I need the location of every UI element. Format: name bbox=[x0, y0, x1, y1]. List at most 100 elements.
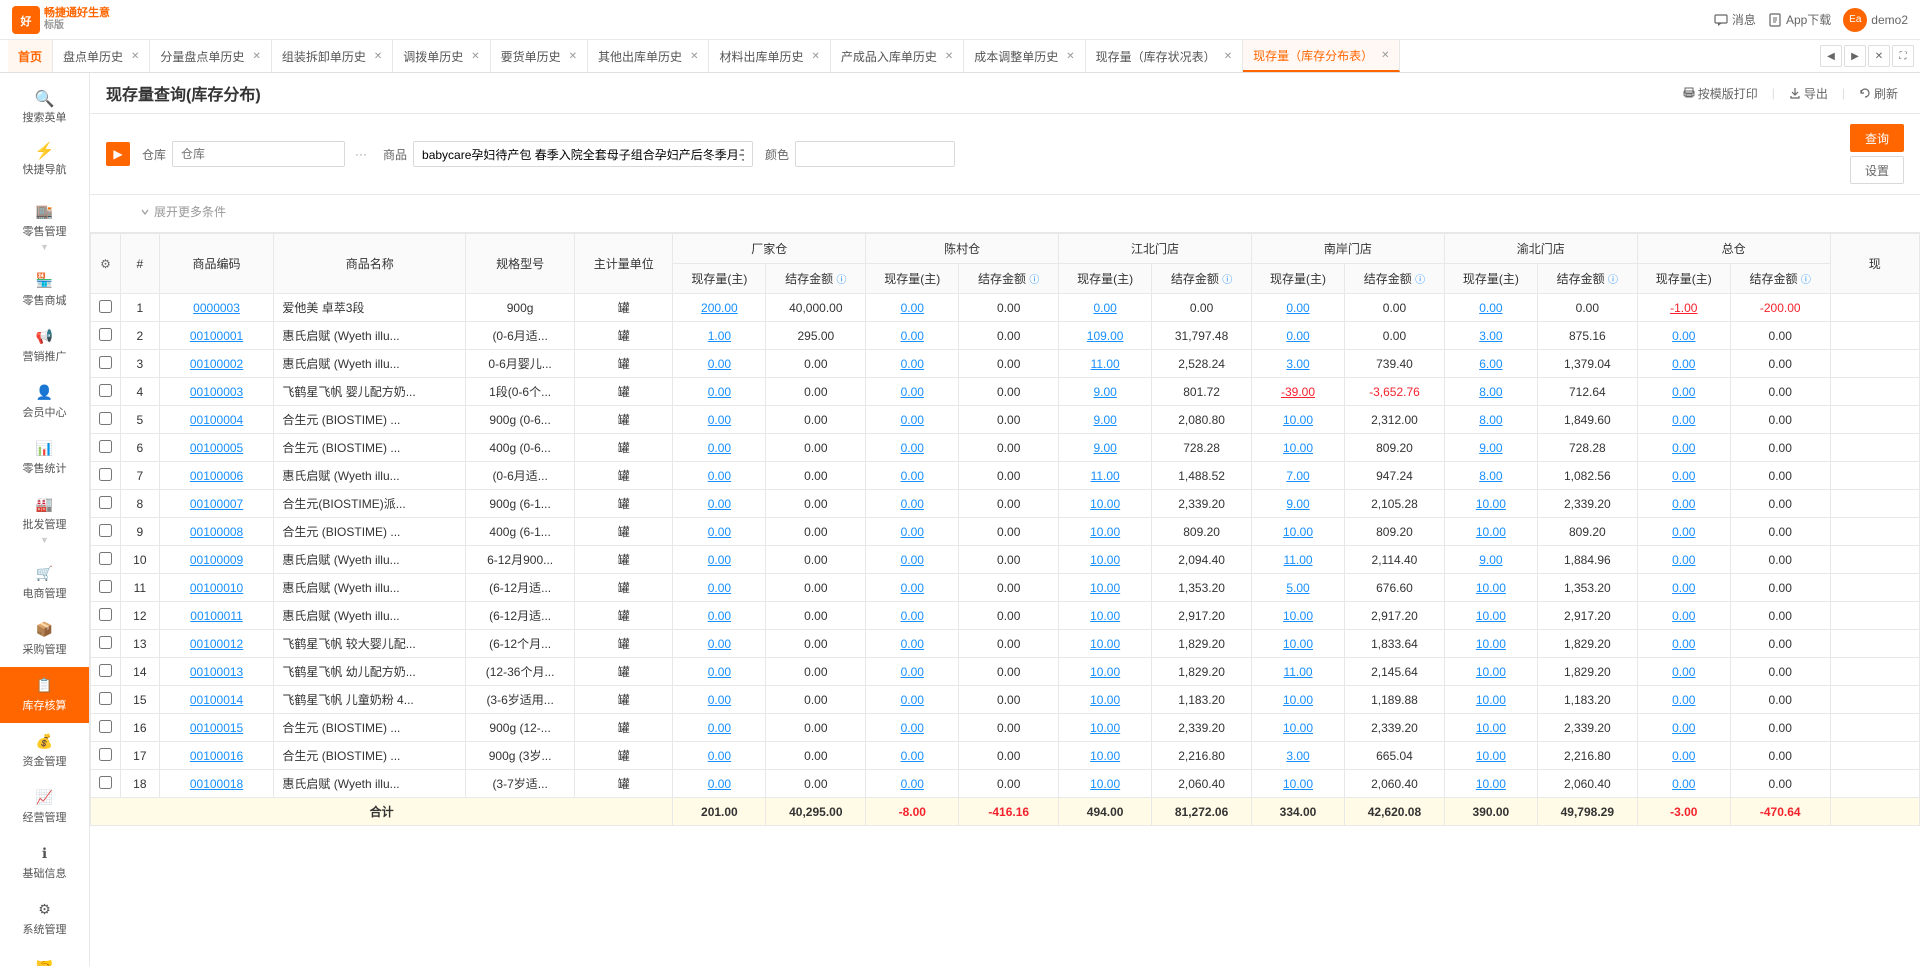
yb-stock-link[interactable]: 10.00 bbox=[1476, 721, 1506, 735]
yb-stock-link[interactable]: 10.00 bbox=[1476, 777, 1506, 791]
row-checkbox[interactable] bbox=[99, 692, 112, 705]
f-stock-link[interactable]: 0.00 bbox=[708, 413, 731, 427]
yb-stock-link[interactable]: 10.00 bbox=[1476, 665, 1506, 679]
t-stock-link[interactable]: 0.00 bbox=[1672, 609, 1695, 623]
tab-close-icon[interactable]: ✕ bbox=[471, 51, 479, 62]
f-stock-link[interactable]: 0.00 bbox=[708, 609, 731, 623]
row-checkbox[interactable] bbox=[99, 524, 112, 537]
jb-stock-link[interactable]: 9.00 bbox=[1093, 413, 1116, 427]
code-link[interactable]: 00100001 bbox=[190, 329, 243, 343]
na-stock-link[interactable]: 7.00 bbox=[1286, 469, 1309, 483]
td-checkbox[interactable] bbox=[91, 322, 121, 350]
code-link[interactable]: 0000003 bbox=[193, 301, 240, 315]
jb-stock-link[interactable]: 9.00 bbox=[1093, 441, 1116, 455]
na-stock-link[interactable]: 10.00 bbox=[1283, 693, 1313, 707]
td-checkbox[interactable] bbox=[91, 602, 121, 630]
f-stock-link[interactable]: 0.00 bbox=[708, 553, 731, 567]
c-stock-link[interactable]: 0.00 bbox=[901, 721, 924, 735]
search-btn[interactable]: 查询 bbox=[1850, 124, 1904, 152]
jb-stock-link[interactable]: 10.00 bbox=[1090, 497, 1120, 511]
sidebar-search[interactable]: 🔍 搜索英单 bbox=[0, 81, 89, 133]
f-stock-link[interactable]: 0.00 bbox=[708, 469, 731, 483]
yb-stock-link[interactable]: 8.00 bbox=[1479, 385, 1502, 399]
yb-stock-link[interactable]: 9.00 bbox=[1479, 441, 1502, 455]
t-stock-link[interactable]: 0.00 bbox=[1672, 441, 1695, 455]
t-stock-link[interactable]: 0.00 bbox=[1672, 777, 1695, 791]
f-stock-link[interactable]: 0.00 bbox=[708, 441, 731, 455]
row-checkbox[interactable] bbox=[99, 748, 112, 761]
c-stock-link[interactable]: 0.00 bbox=[901, 525, 924, 539]
row-checkbox[interactable] bbox=[99, 720, 112, 733]
na-stock-link[interactable]: 10.00 bbox=[1283, 637, 1313, 651]
message-btn[interactable]: 消息 bbox=[1714, 11, 1756, 28]
c-stock-link[interactable]: 0.00 bbox=[901, 329, 924, 343]
jb-stock-link[interactable]: 0.00 bbox=[1093, 301, 1116, 315]
row-checkbox[interactable] bbox=[99, 412, 112, 425]
yb-stock-link[interactable]: 0.00 bbox=[1479, 301, 1502, 315]
f-stock-link[interactable]: 0.00 bbox=[708, 497, 731, 511]
na-stock-link[interactable]: -39.00 bbox=[1281, 385, 1315, 399]
tab-close-icon[interactable]: ✕ bbox=[690, 51, 698, 62]
tab-home[interactable]: 首页 bbox=[8, 40, 53, 72]
c-stock-link[interactable]: 0.00 bbox=[901, 609, 924, 623]
t-stock-link[interactable]: 0.00 bbox=[1672, 581, 1695, 595]
sidebar-item-retail[interactable]: 🏬 零售管理 ▼ bbox=[0, 193, 89, 262]
f-stock-link[interactable]: 0.00 bbox=[708, 525, 731, 539]
yb-stock-link[interactable]: 10.00 bbox=[1476, 693, 1506, 707]
td-checkbox[interactable] bbox=[91, 462, 121, 490]
tab-close-icon[interactable]: ✕ bbox=[252, 51, 260, 62]
row-checkbox[interactable] bbox=[99, 580, 112, 593]
na-stock-link[interactable]: 11.00 bbox=[1283, 553, 1312, 567]
yb-stock-link[interactable]: 8.00 bbox=[1479, 413, 1502, 427]
na-stock-link[interactable]: 10.00 bbox=[1283, 413, 1313, 427]
c-stock-link[interactable]: 0.00 bbox=[901, 441, 924, 455]
code-link[interactable]: 00100002 bbox=[190, 357, 243, 371]
yb-stock-link[interactable]: 8.00 bbox=[1479, 469, 1502, 483]
tab-close-icon[interactable]: ✕ bbox=[811, 51, 819, 62]
print-btn[interactable]: 按模版打印 bbox=[1677, 83, 1764, 104]
tab-transfer[interactable]: 调拨单历史 ✕ bbox=[393, 40, 490, 72]
jb-stock-link[interactable]: 10.00 bbox=[1090, 749, 1120, 763]
c-stock-link[interactable]: 0.00 bbox=[901, 665, 924, 679]
tab-other-out[interactable]: 其他出库单历史 ✕ bbox=[588, 40, 709, 72]
t-stock-link[interactable]: 0.00 bbox=[1672, 357, 1695, 371]
yb-stock-link[interactable]: 10.00 bbox=[1476, 497, 1506, 511]
code-link[interactable]: 00100012 bbox=[190, 637, 243, 651]
t-stock-link[interactable]: 0.00 bbox=[1672, 497, 1695, 511]
jb-stock-link[interactable]: 10.00 bbox=[1090, 777, 1120, 791]
td-checkbox[interactable] bbox=[91, 770, 121, 798]
code-link[interactable]: 00100010 bbox=[190, 581, 243, 595]
row-checkbox[interactable] bbox=[99, 608, 112, 621]
tab-product-in[interactable]: 产成品入库单历史 ✕ bbox=[831, 40, 964, 72]
c-stock-link[interactable]: 0.00 bbox=[901, 749, 924, 763]
f-stock-link[interactable]: 0.00 bbox=[708, 693, 731, 707]
table-wrapper[interactable]: ⚙ # 商品编码 商品名称 规格型号 主计量单位 厂家仓 陈村仓 江北门店 南岸… bbox=[90, 233, 1920, 966]
t-stock-link[interactable]: 0.00 bbox=[1672, 637, 1695, 651]
f-stock-link[interactable]: 0.00 bbox=[708, 581, 731, 595]
f-stock-link[interactable]: 0.00 bbox=[708, 665, 731, 679]
td-checkbox[interactable] bbox=[91, 546, 121, 574]
c-stock-link[interactable]: 0.00 bbox=[901, 357, 924, 371]
t-stock-link[interactable]: 0.00 bbox=[1672, 749, 1695, 763]
refresh-btn[interactable]: 刷新 bbox=[1853, 83, 1904, 104]
c-stock-link[interactable]: 0.00 bbox=[901, 469, 924, 483]
tab-inventory-split[interactable]: 分量盘点单历史 ✕ bbox=[150, 40, 271, 72]
sidebar-item-marketing[interactable]: 📢 营销推广 bbox=[0, 318, 89, 374]
row-checkbox[interactable] bbox=[99, 356, 112, 369]
td-checkbox[interactable] bbox=[91, 658, 121, 686]
c-stock-link[interactable]: 0.00 bbox=[901, 777, 924, 791]
jb-stock-link[interactable]: 10.00 bbox=[1090, 665, 1120, 679]
na-stock-link[interactable]: 10.00 bbox=[1283, 441, 1313, 455]
c-stock-link[interactable]: 0.00 bbox=[901, 413, 924, 427]
row-checkbox[interactable] bbox=[99, 664, 112, 677]
jb-stock-link[interactable]: 10.00 bbox=[1090, 637, 1120, 651]
yb-stock-link[interactable]: 10.00 bbox=[1476, 609, 1506, 623]
yb-stock-link[interactable]: 6.00 bbox=[1479, 357, 1502, 371]
row-checkbox[interactable] bbox=[99, 300, 112, 313]
tab-close-icon[interactable]: ✕ bbox=[1224, 51, 1232, 62]
gear-icon[interactable]: ⚙ bbox=[100, 257, 111, 271]
td-checkbox[interactable] bbox=[91, 294, 121, 322]
td-checkbox[interactable] bbox=[91, 742, 121, 770]
t-stock-link[interactable]: 0.00 bbox=[1672, 385, 1695, 399]
c-stock-link[interactable]: 0.00 bbox=[901, 497, 924, 511]
